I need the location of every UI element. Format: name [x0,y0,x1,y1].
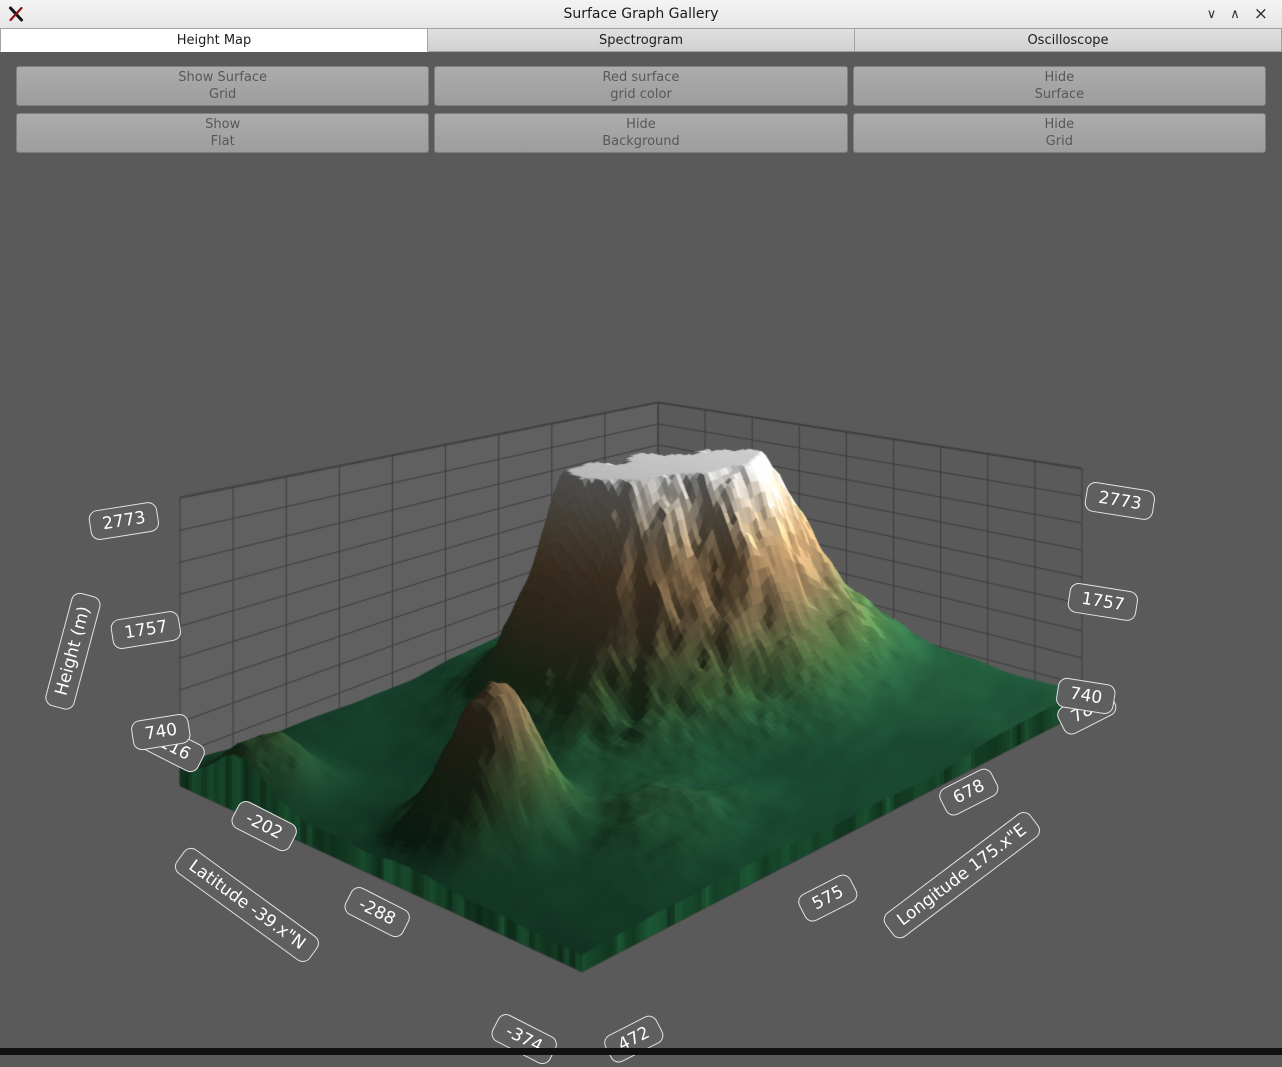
button-label-line: Show [205,116,240,133]
tabbar: Height Map Spectrogram Oscilloscope [0,28,1282,52]
show-flat-button[interactable]: Show Flat [16,113,429,153]
button-label-line: grid color [610,86,672,103]
button-label-line: Grid [1046,133,1073,150]
titlebar[interactable]: Surface Graph Gallery ∨ ∧ × [0,0,1282,29]
button-label-line: Grid [209,86,236,103]
surface-plot-canvas[interactable] [0,0,1282,1055]
window-controls: ∨ ∧ × [1207,6,1282,23]
hide-surface-button[interactable]: Hide Surface [853,66,1266,106]
button-label-line: Background [602,133,680,150]
unshade-window-icon[interactable]: ∧ [1230,8,1240,21]
button-label-line: Red surface [603,69,680,86]
tab-oscilloscope[interactable]: Oscilloscope [855,28,1282,52]
surface-controls: Show Surface Grid Red surface grid color… [16,66,1266,153]
window-title: Surface Graph Gallery [0,6,1282,22]
shade-window-icon[interactable]: ∨ [1207,8,1217,21]
button-label-line: Hide [1045,69,1075,86]
surface-grid-color-button[interactable]: Red surface grid color [434,66,847,106]
hide-grid-button[interactable]: Hide Grid [853,113,1266,153]
tab-height-map[interactable]: Height Map [0,28,428,52]
show-surface-grid-button[interactable]: Show Surface Grid [16,66,429,106]
button-label-line: Hide [1045,116,1075,133]
button-label-line: Hide [626,116,656,133]
hide-background-button[interactable]: Hide Background [434,113,847,153]
window-bottom-edge [0,1048,1282,1055]
button-label-line: Surface [1035,86,1085,103]
app-icon [8,6,24,22]
button-label-line: Flat [211,133,235,150]
tab-spectrogram[interactable]: Spectrogram [428,28,855,52]
close-window-icon[interactable]: × [1254,6,1268,23]
button-label-line: Show Surface [178,69,267,86]
